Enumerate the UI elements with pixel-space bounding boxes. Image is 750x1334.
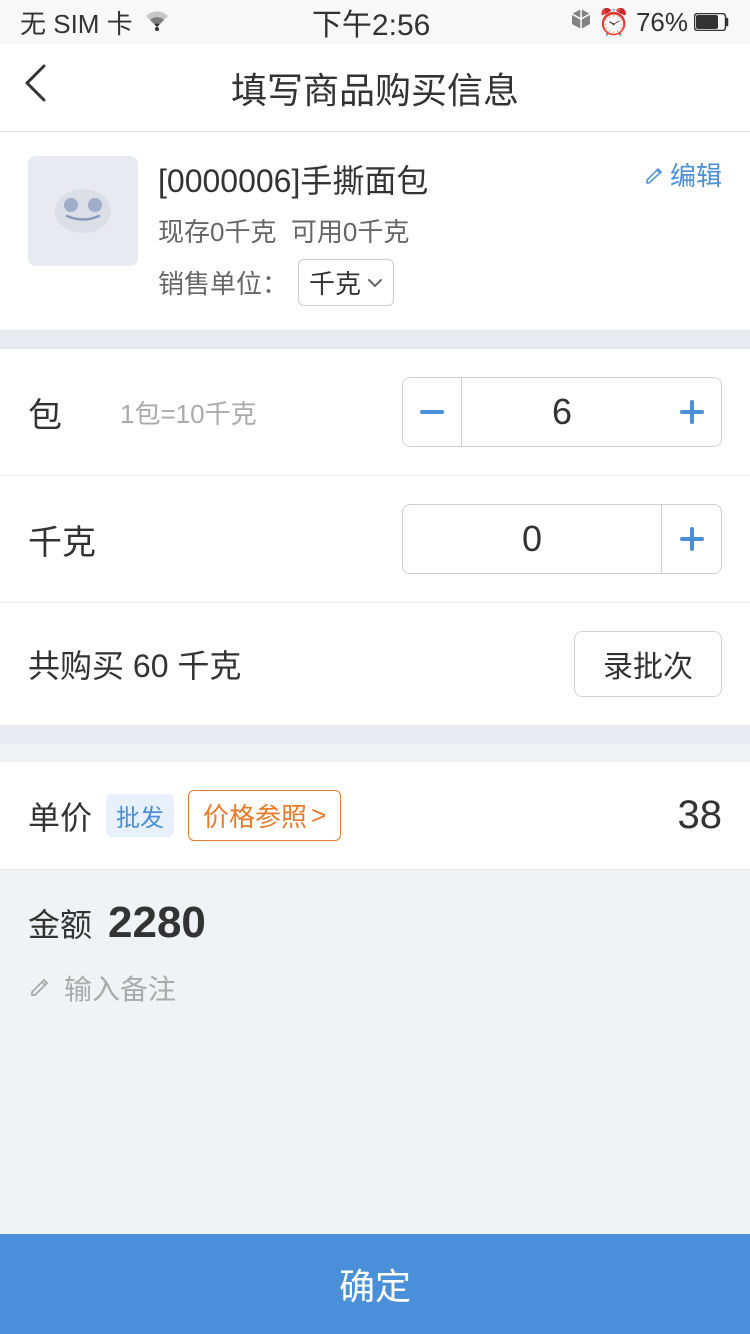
page-title: 填写商品购买信息 [231,62,519,114]
amount-row: 金额 2280 [28,898,722,948]
input-section: 包 1包=10千克 千克 [0,349,750,603]
back-button[interactable] [24,64,46,112]
package-plus-button[interactable] [662,377,722,447]
confirm-bar[interactable]: 确定 [0,1234,750,1334]
product-name: [0000006]手撕面包 [158,156,428,202]
price-label: 单价 [28,793,92,839]
unit-dropdown[interactable]: 千克 [298,259,394,306]
status-right: ⏰ 76% [570,7,730,38]
product-header: [0000006]手撕面包 编辑 [158,156,722,202]
kg-input-row: 千克 [0,476,750,603]
kg-label: 千克 [28,515,108,564]
product-stock: 现存0千克 可用0千克 [158,212,722,249]
location-icon [570,7,592,38]
battery-percent: 76% [636,7,688,38]
nav-bar: 填写商品购买信息 [0,44,750,132]
package-value-input[interactable] [462,377,662,447]
price-value: 38 [678,793,723,838]
kg-number-control [402,504,722,574]
wifi-icon [141,7,173,38]
price-type-badge: 批发 [106,794,174,837]
battery-icon [694,7,730,38]
package-label: 包 [28,388,108,437]
edit-button[interactable]: 编辑 [644,156,722,193]
alarm-icon: ⏰ [598,7,630,38]
pencil-icon [28,972,54,1005]
confirm-button-label: 确定 [339,1258,411,1310]
package-input-row: 包 1包=10千克 [0,349,750,476]
remark-row[interactable]: 输入备注 [28,968,722,1008]
package-hint: 1包=10千克 [120,394,402,431]
total-text: 共购买 60 千克 [28,641,241,687]
time-display: 下午2:56 [312,0,430,44]
price-ref-button[interactable]: 价格参照 > [188,790,341,841]
price-ref-arrow-icon: > [311,800,326,831]
amount-label: 金额 [28,900,92,946]
product-card: [0000006]手撕面包 编辑 现存0千克 可用0千克 销售单位： 千克 [0,132,750,331]
kg-value-input[interactable] [402,504,662,574]
total-batch-row: 共购买 60 千克 录批次 [0,603,750,726]
product-unit-row: 销售单位： 千克 [158,259,722,306]
carrier-text: 无 SIM 卡 [20,4,133,41]
kg-plus-button[interactable] [662,504,722,574]
product-info: [0000006]手撕面包 编辑 现存0千克 可用0千克 销售单位： 千克 [158,156,722,306]
package-minus-button[interactable] [402,377,462,447]
separator-2 [0,726,750,744]
product-thumbnail [28,156,138,266]
status-left: 无 SIM 卡 [20,4,173,41]
price-left: 单价 批发 价格参照 > [28,790,341,841]
package-number-control [402,377,722,447]
amount-section: 金额 2280 输入备注 [0,870,750,1024]
remark-label[interactable]: 输入备注 [64,968,176,1008]
price-section: 单价 批发 价格参照 > 38 [0,762,750,870]
batch-button[interactable]: 录批次 [574,631,722,697]
amount-value: 2280 [108,898,206,948]
separator-1 [0,331,750,349]
status-bar: 无 SIM 卡 下午2:56 ⏰ 76% [0,0,750,44]
